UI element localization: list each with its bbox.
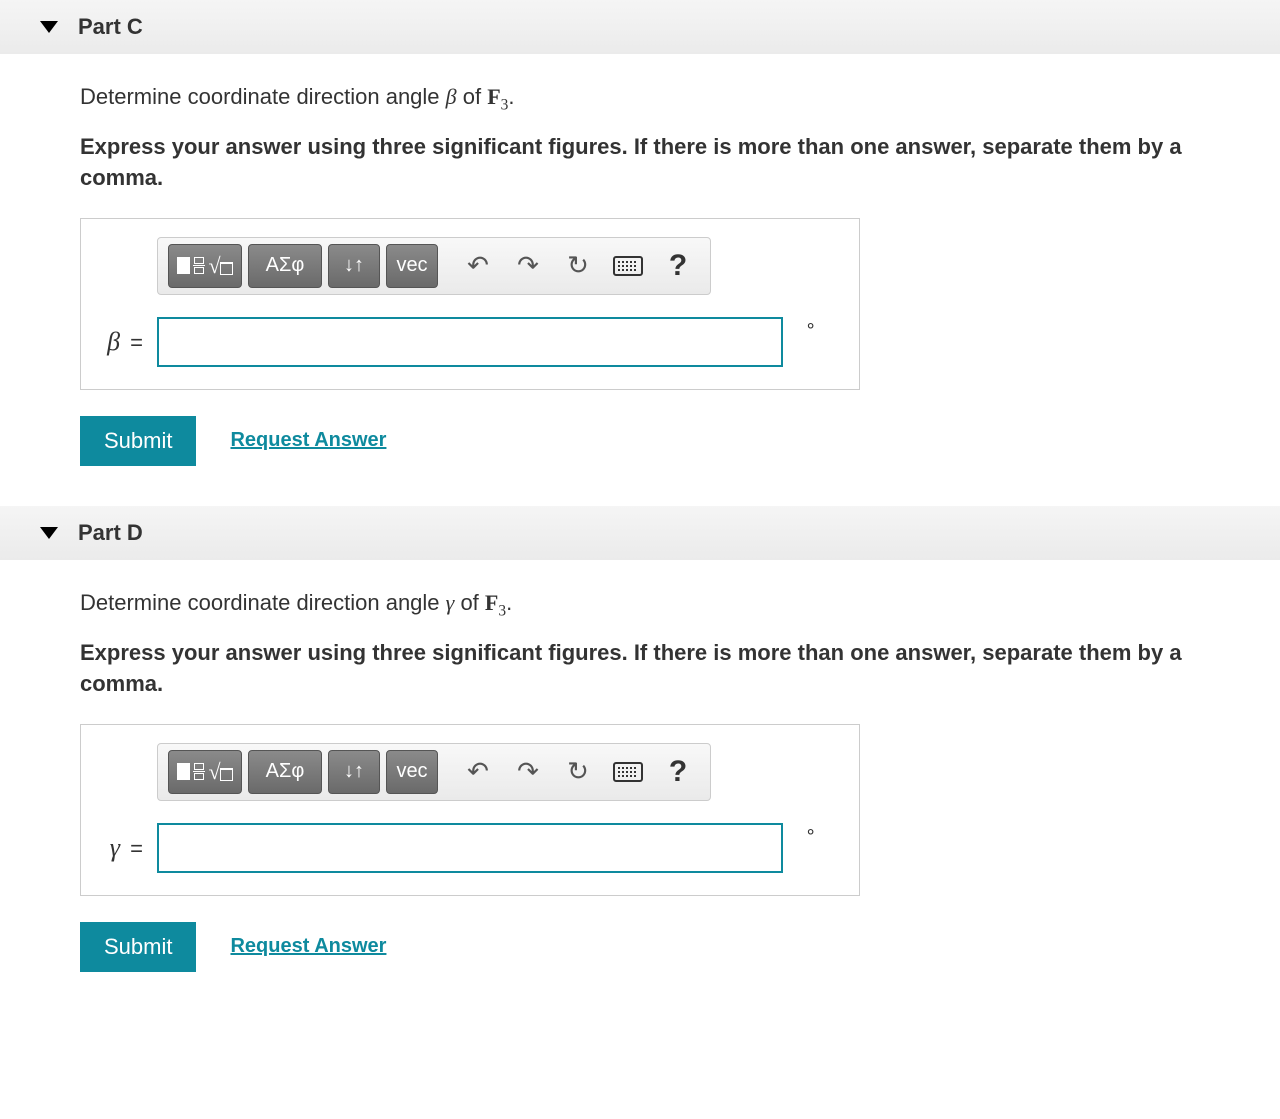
variable-label: γ = [97, 833, 143, 863]
unit-label: ∘ [797, 821, 816, 842]
prompt-text: of [457, 84, 488, 109]
keyboard-button[interactable] [606, 750, 650, 794]
greek-button[interactable]: ΑΣφ [248, 750, 322, 794]
prompt-subscript: 3 [498, 602, 506, 619]
equation-toolbar: √ ΑΣφ ↓↑ vec ↶ ↷ ↻ ? [157, 237, 711, 295]
actions-row: Submit Request Answer [80, 416, 1260, 466]
help-button[interactable]: ? [656, 750, 700, 794]
prompt-text: . [506, 590, 512, 615]
answer-input[interactable] [157, 317, 783, 367]
answer-input-row: γ = ∘ [97, 823, 843, 873]
undo-icon: ↶ [467, 250, 489, 281]
submit-button[interactable]: Submit [80, 922, 196, 972]
request-answer-link[interactable]: Request Answer [230, 429, 386, 452]
answer-widget: √ ΑΣφ ↓↑ vec ↶ ↷ ↻ ? γ = ∘ [80, 724, 860, 896]
prompt-text: of [454, 590, 485, 615]
redo-button[interactable]: ↷ [506, 244, 550, 288]
answer-input-row: β = ∘ [97, 317, 843, 367]
equation-toolbar: √ ΑΣφ ↓↑ vec ↶ ↷ ↻ ? [157, 743, 711, 801]
prompt-force: F [485, 590, 498, 615]
templates-button[interactable]: √ [168, 244, 242, 288]
question-prompt: Determine coordinate direction angle β o… [80, 84, 1260, 114]
prompt-force: F [487, 84, 500, 109]
undo-button[interactable]: ↶ [456, 750, 500, 794]
caret-down-icon [40, 527, 58, 539]
vec-button[interactable]: vec [386, 750, 438, 794]
undo-button[interactable]: ↶ [456, 244, 500, 288]
subsup-button[interactable]: ↓↑ [328, 750, 380, 794]
vec-button[interactable]: vec [386, 244, 438, 288]
part-title: Part C [78, 14, 143, 40]
subsup-button[interactable]: ↓↑ [328, 244, 380, 288]
reset-icon: ↻ [567, 250, 589, 281]
prompt-text: . [508, 84, 514, 109]
greek-button[interactable]: ΑΣφ [248, 244, 322, 288]
help-button[interactable]: ? [656, 244, 700, 288]
redo-icon: ↷ [517, 250, 539, 281]
prompt-variable: β [446, 84, 457, 109]
part-title: Part D [78, 520, 143, 546]
templates-icon: √ [177, 763, 232, 781]
part-body: Determine coordinate direction angle β o… [0, 54, 1280, 506]
reset-button[interactable]: ↻ [556, 750, 600, 794]
help-icon: ? [669, 755, 687, 789]
instruction-text: Express your answer using three signific… [80, 132, 1260, 194]
reset-icon: ↻ [567, 756, 589, 787]
question-prompt: Determine coordinate direction angle γ o… [80, 590, 1260, 620]
keyboard-icon [613, 762, 643, 782]
keyboard-button[interactable] [606, 244, 650, 288]
prompt-text: Determine coordinate direction angle [80, 84, 446, 109]
answer-input[interactable] [157, 823, 783, 873]
part-body: Determine coordinate direction angle γ o… [0, 560, 1280, 1012]
variable-label: β = [97, 327, 143, 357]
answer-widget: √ ΑΣφ ↓↑ vec ↶ ↷ ↻ ? β = ∘ [80, 218, 860, 390]
actions-row: Submit Request Answer [80, 922, 1260, 972]
submit-button[interactable]: Submit [80, 416, 196, 466]
reset-button[interactable]: ↻ [556, 244, 600, 288]
caret-down-icon [40, 21, 58, 33]
undo-icon: ↶ [467, 756, 489, 787]
keyboard-icon [613, 256, 643, 276]
unit-label: ∘ [797, 315, 816, 336]
redo-icon: ↷ [517, 756, 539, 787]
prompt-text: Determine coordinate direction angle [80, 590, 446, 615]
templates-button[interactable]: √ [168, 750, 242, 794]
request-answer-link[interactable]: Request Answer [230, 935, 386, 958]
part-header[interactable]: Part D [0, 506, 1280, 560]
templates-icon: √ [177, 257, 232, 275]
part-header[interactable]: Part C [0, 0, 1280, 54]
instruction-text: Express your answer using three signific… [80, 638, 1260, 700]
help-icon: ? [669, 249, 687, 283]
redo-button[interactable]: ↷ [506, 750, 550, 794]
